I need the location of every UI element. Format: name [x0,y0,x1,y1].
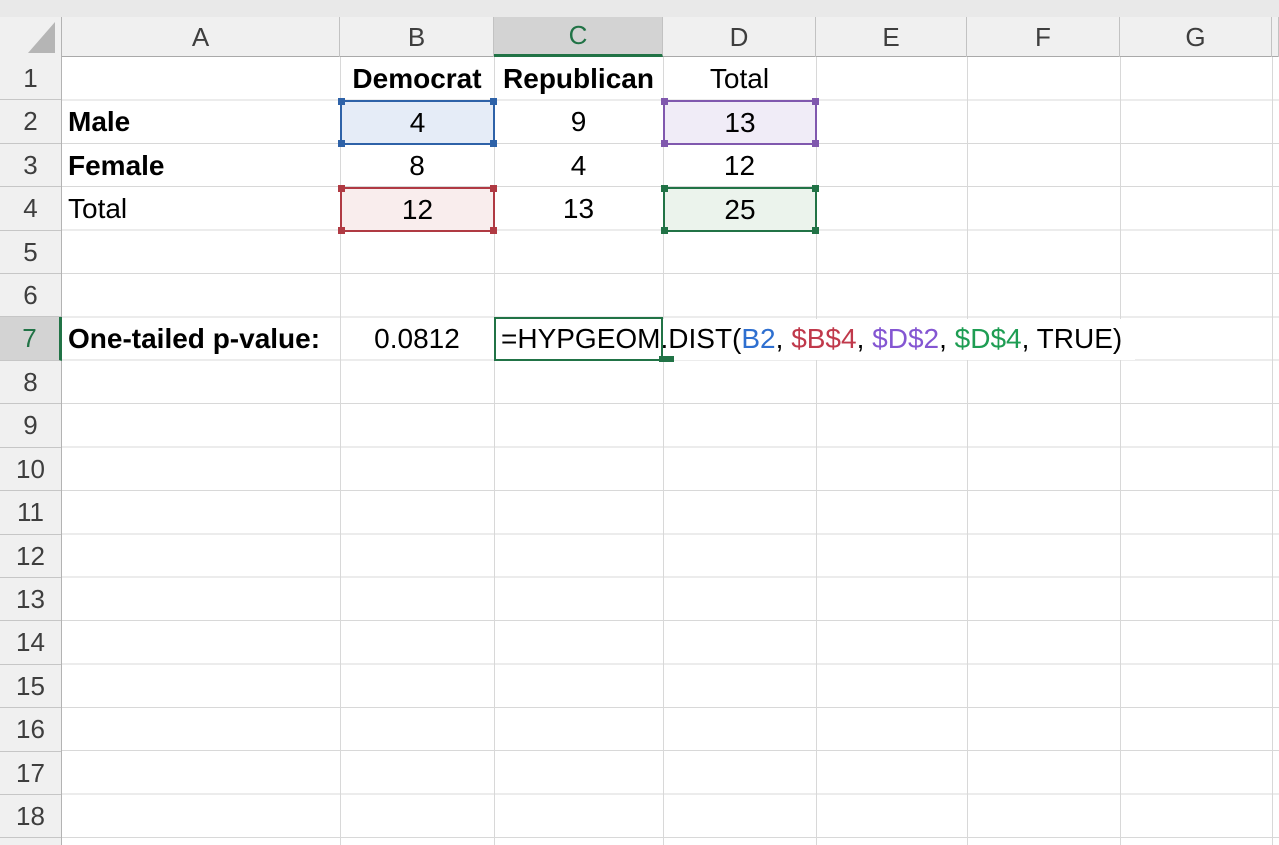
row-header-1[interactable]: 1 [0,57,61,100]
cell-b1[interactable]: Democrat [340,57,494,100]
cell-d3[interactable]: 12 [663,144,816,187]
cell-c4[interactable]: 13 [494,187,663,231]
selection-handle[interactable] [661,185,668,192]
row-header-13[interactable]: 13 [0,578,61,621]
row-header-5[interactable]: 5 [0,231,61,274]
column-header-row: A B C D E F G [0,17,1279,57]
formula-token-ref-d2: $D$2 [872,323,939,355]
formula-token-ref-b4: $B$4 [791,323,856,355]
row-header-4[interactable]: 4 [0,187,61,231]
cell-b4-value: 12 [402,194,433,226]
selection-handle[interactable] [338,227,345,234]
cell-c3[interactable]: 4 [494,144,663,187]
formula-token: , [939,323,955,355]
column-header-g[interactable]: G [1120,17,1272,57]
column-header-d[interactable]: D [663,17,816,57]
selection-handle[interactable] [661,98,668,105]
selection-handle[interactable] [490,227,497,234]
selection-handle[interactable] [661,140,668,147]
row-header-18[interactable]: 18 [0,795,61,838]
column-header-e[interactable]: E [816,17,967,57]
selection-handle[interactable] [490,185,497,192]
formula-token-ref-b2: B2 [741,323,775,355]
gridline-vertical [1272,57,1273,845]
gridline-vertical [967,57,968,845]
cell-b7[interactable]: 0.0812 [340,317,494,361]
row-header-12[interactable]: 12 [0,535,61,578]
column-header-b[interactable]: B [340,17,494,57]
cell-b3[interactable]: 8 [340,144,494,187]
formula-token: , TRUE) [1022,323,1123,355]
selection-handle[interactable] [338,140,345,147]
selection-handle[interactable] [490,98,497,105]
cell-a2[interactable]: Male [62,100,340,144]
row-header-8[interactable]: 8 [0,361,61,404]
spreadsheet-canvas: A B C D E F G 1 2 3 4 5 6 7 8 9 10 11 12… [0,0,1279,845]
row-header-column: 1 2 3 4 5 6 7 8 9 10 11 12 13 14 15 16 1… [0,57,62,845]
selection-handle[interactable] [812,140,819,147]
cell-b2-value: 4 [410,107,426,139]
selection-handle[interactable] [338,185,345,192]
cell-a3[interactable]: Female [62,144,340,187]
formula-token: , [776,323,792,355]
cell-c7-formula-editor[interactable]: =HYPGEOM.DIST(B2, $B$4, $D$2, $D$4, TRUE… [494,317,663,361]
row-header-6[interactable]: 6 [0,274,61,317]
top-strip [0,0,1279,17]
formula-token: =HYPGEOM.DIST( [501,323,741,355]
cell-d2-value: 13 [724,107,755,139]
formula-token-ref-d4: $D$4 [955,323,1022,355]
column-header-a[interactable]: A [62,17,340,57]
row-header-15[interactable]: 15 [0,665,61,708]
row-header-2[interactable]: 2 [0,100,61,144]
column-header-f[interactable]: F [967,17,1120,57]
cell-d4-value: 25 [724,194,755,226]
row-header-14[interactable]: 14 [0,621,61,665]
formula-token: , [857,323,873,355]
reference-cell-b4[interactable]: 12 [340,187,495,232]
row-header-9[interactable]: 9 [0,404,61,448]
reference-cell-d4[interactable]: 25 [663,187,817,232]
selection-handle[interactable] [812,98,819,105]
gridline-vertical [816,57,817,845]
cell-c2[interactable]: 9 [494,100,663,144]
gridline-vertical [1120,57,1121,845]
row-header-11[interactable]: 11 [0,491,61,535]
selection-handle[interactable] [661,227,668,234]
selection-handle[interactable] [490,140,497,147]
select-all-corner[interactable] [0,17,62,57]
cell-a4[interactable]: Total [62,187,340,231]
cell-d1[interactable]: Total [663,57,816,100]
column-header-partial[interactable] [1272,17,1279,57]
selection-handle[interactable] [812,185,819,192]
selection-handle[interactable] [812,227,819,234]
selection-handle[interactable] [338,98,345,105]
select-all-triangle-icon [28,22,55,53]
reference-cell-d2[interactable]: 13 [663,100,817,145]
edit-mode-notch [659,356,674,362]
column-header-c-active[interactable]: C [494,17,663,57]
reference-cell-b2[interactable]: 4 [340,100,495,145]
cell-a7[interactable]: One-tailed p-value: [62,317,340,361]
row-header-10[interactable]: 10 [0,448,61,491]
row-header-7-active[interactable]: 7 [0,317,62,361]
row-header-3[interactable]: 3 [0,144,61,187]
row-header-17[interactable]: 17 [0,752,61,795]
row-header-16[interactable]: 16 [0,708,61,752]
cell-c1[interactable]: Republican [494,57,663,100]
